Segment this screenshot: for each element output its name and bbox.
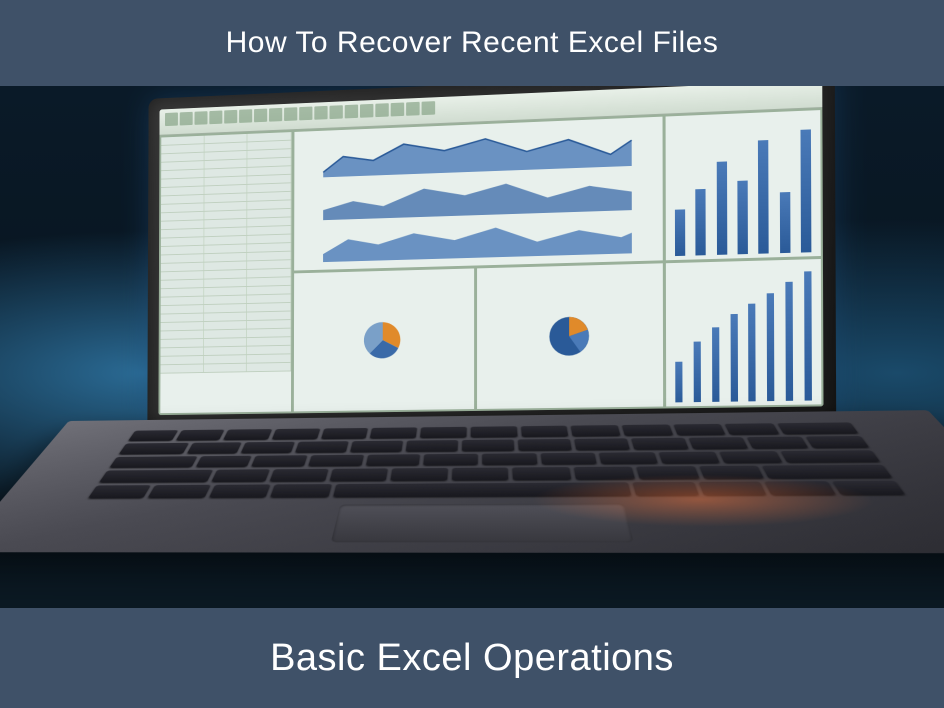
spreadsheet-panel-left: [160, 132, 291, 413]
header-title: How To Recover Recent Excel Files: [226, 26, 719, 60]
excel-dashboard-grid: [158, 108, 823, 415]
pie-chart-panel-1: [294, 268, 474, 411]
footer-bar: Basic Excel Operations: [0, 608, 944, 708]
bar-chart-panel-bottom: [666, 258, 822, 406]
bar-chart-panel-top: [666, 110, 821, 260]
laptop-trackpad: [331, 504, 634, 543]
pie-chart-icon: [358, 315, 408, 366]
pie-chart-icon: [543, 310, 595, 362]
hero-laptop-image: [0, 86, 944, 608]
area-chart-panel: [294, 117, 663, 270]
header-bar: How To Recover Recent Excel Files: [0, 0, 944, 86]
pie-chart-panel-2: [477, 263, 664, 409]
excel-screen: [158, 86, 823, 415]
laptop-keyboard: [0, 410, 944, 553]
footer-title: Basic Excel Operations: [270, 637, 674, 680]
area-chart-icon: [300, 212, 657, 263]
laptop-illustration: [61, 86, 938, 608]
laptop-screen: [147, 86, 836, 427]
